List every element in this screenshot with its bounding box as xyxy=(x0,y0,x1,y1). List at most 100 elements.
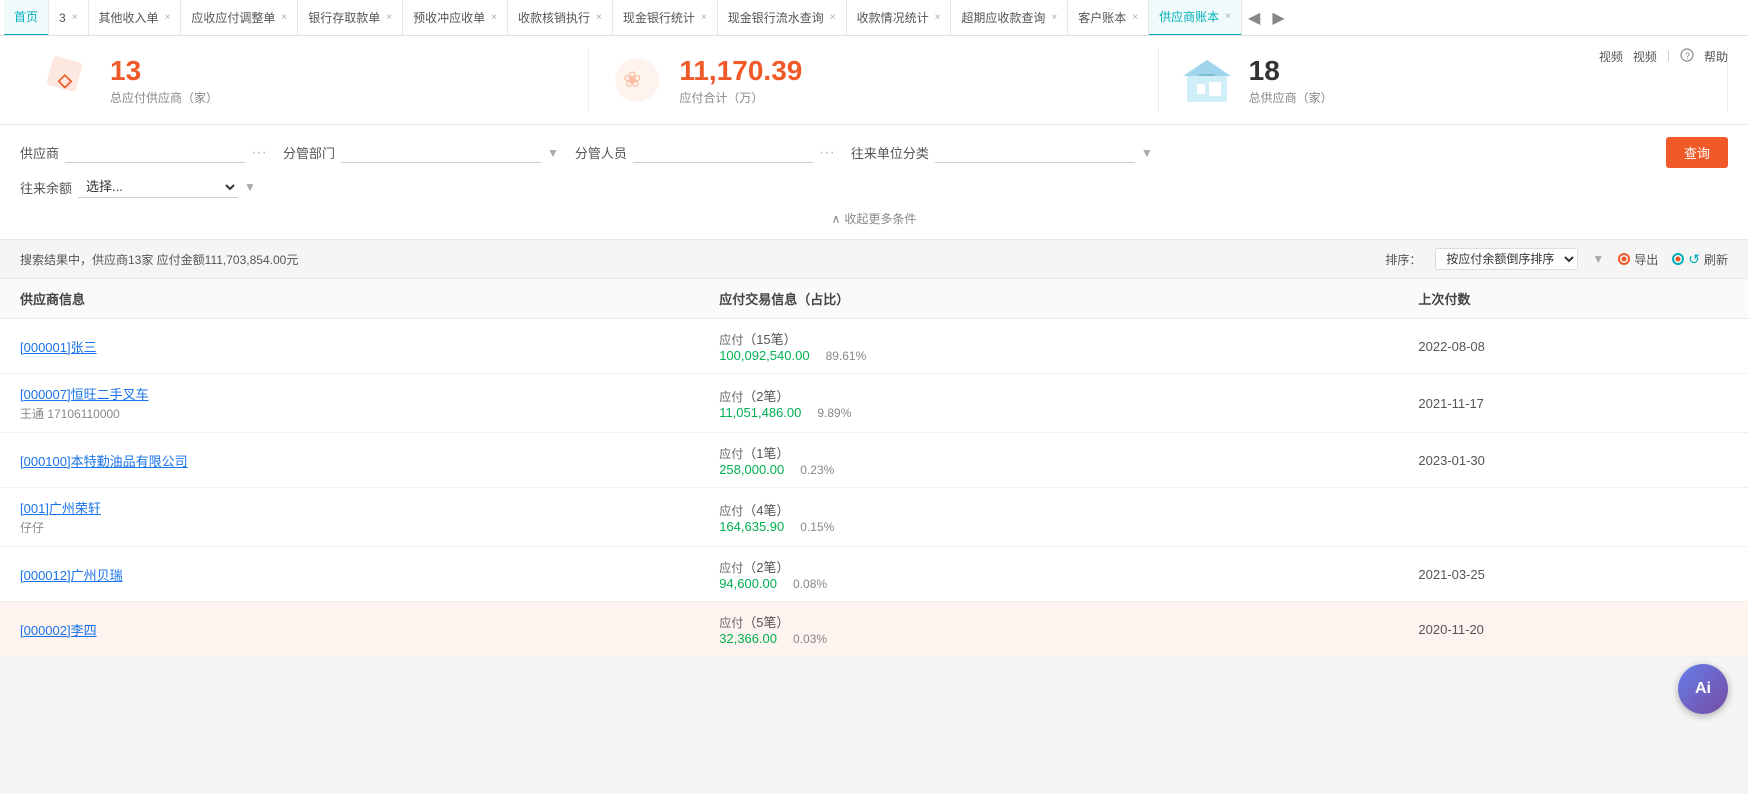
filter-balance: 往来余额 选择... ▼ xyxy=(20,176,256,198)
tx-label: 应付 xyxy=(719,333,743,347)
stats-bar: ◇ 13 总应付供应商（家） ❀ 11,170.39 应付合计（万） xyxy=(0,36,1748,125)
stat-label-payable-suppliers: 总应付供应商（家） xyxy=(110,89,218,106)
supplier-link[interactable]: [001]广州荣轩 xyxy=(20,498,679,517)
tx-info-cell: 应付（2笔）11,051,486.009.89% xyxy=(699,374,1398,433)
nav-tab-bank-deposit[interactable]: 银行存取款单 × xyxy=(298,0,403,36)
help-text[interactable]: 帮助 xyxy=(1704,48,1728,65)
nav-tab-ar-ap-adjust[interactable]: 应收应付调整单 × xyxy=(181,0,298,36)
supplier-link[interactable]: [000001]张三 xyxy=(20,337,679,356)
refresh-icon xyxy=(1672,253,1684,265)
nav-tab-home[interactable]: 首页 xyxy=(4,0,49,36)
supplier-link[interactable]: [000002]李四 xyxy=(20,620,679,639)
nav-tab-supplier-ledger-label: 供应商账本 xyxy=(1159,8,1219,25)
supplier-info-cell: [000100]本特勤油品有限公司 xyxy=(0,433,699,488)
nav-prev-arrow[interactable]: ◀ xyxy=(1242,8,1266,28)
category-dropdown-icon[interactable]: ▼ xyxy=(1141,146,1153,160)
nav-tab-receipt-stat[interactable]: 收款情况统计 × xyxy=(847,0,952,36)
tx-amount: 100,092,540.00 xyxy=(719,348,809,363)
stat-number-total-suppliers: 18 xyxy=(1249,54,1333,88)
nav-tab-cash-bank-stat[interactable]: 现金银行统计 × xyxy=(613,0,718,36)
close-icon[interactable]: × xyxy=(830,12,836,23)
refresh-button[interactable]: ↺ 刷新 xyxy=(1672,251,1728,268)
supplier-link[interactable]: [000100]本特勤油品有限公司 xyxy=(20,451,679,470)
export-label: 导出 xyxy=(1634,251,1658,268)
filter-supplier: 供应商 ··· xyxy=(20,143,267,163)
filter-row-1: 供应商 ··· 分管部门 ▼ 分管人员 ··· 往来单位分类 ▼ 查询 xyxy=(20,137,1728,168)
close-icon[interactable]: × xyxy=(72,12,78,23)
close-icon[interactable]: × xyxy=(596,12,602,23)
query-button[interactable]: 查询 xyxy=(1666,137,1728,168)
sort-dropdown-icon[interactable]: ▼ xyxy=(1592,252,1604,266)
close-icon[interactable]: × xyxy=(491,12,497,23)
tx-amount: 94,600.00 xyxy=(719,576,777,591)
dept-dropdown-icon[interactable]: ▼ xyxy=(547,146,559,160)
filter-person: 分管人员 ··· xyxy=(575,143,835,163)
close-icon[interactable]: × xyxy=(1051,12,1057,23)
close-icon[interactable]: × xyxy=(935,12,941,23)
nav-tab-customer-ledger[interactable]: 客户账本 × xyxy=(1068,0,1149,36)
tx-info-cell: 应付（4笔）164,635.900.15% xyxy=(699,488,1398,547)
nav-tab-cash-flow-query[interactable]: 现金银行流水查询 × xyxy=(718,0,847,36)
supplier-more-icon[interactable]: ··· xyxy=(251,144,267,162)
supplier-info-cell: [000001]张三 xyxy=(0,319,699,374)
tx-count: （2笔） xyxy=(743,560,789,575)
video-link[interactable]: 视频 xyxy=(1599,48,1623,65)
nav-tab-other-income[interactable]: 其他收入单 × xyxy=(89,0,182,36)
refresh-label: 刷新 xyxy=(1704,251,1728,268)
category-input[interactable] xyxy=(935,143,1135,163)
close-icon[interactable]: × xyxy=(165,12,171,23)
svg-text:?: ? xyxy=(1685,51,1690,61)
table-row: [000007]恒旺二手叉车王通 17106110000应付（2笔）11,051… xyxy=(0,374,1748,433)
nav-tab-receipt-verify[interactable]: 收款核销执行 × xyxy=(508,0,613,36)
toolbar: 搜索结果中，供应商13家 应付金额111,703,854.00元 排序： 按应付… xyxy=(0,240,1748,279)
category-filter-label: 往来单位分类 xyxy=(851,143,929,162)
nav-tab-prepay-offset-label: 预收冲应收单 xyxy=(413,9,485,26)
stat-label-total-suppliers: 总供应商（家） xyxy=(1249,89,1333,106)
nav-tab-cash-bank-stat-label: 现金银行统计 xyxy=(623,9,695,26)
last-payment-cell: 2021-03-25 xyxy=(1398,547,1748,602)
close-icon[interactable]: × xyxy=(701,12,707,23)
supplier-contact: 仔仔 xyxy=(20,519,679,536)
supplier-info-cell: [000002]李四 xyxy=(0,602,699,657)
close-icon[interactable]: × xyxy=(1132,12,1138,23)
close-icon[interactable]: × xyxy=(386,12,392,23)
export-button[interactable]: 导出 xyxy=(1618,251,1658,268)
balance-select[interactable]: 选择... xyxy=(78,176,238,198)
collapse-label: 收起更多条件 xyxy=(844,210,916,227)
balance-dropdown-icon[interactable]: ▼ xyxy=(244,180,256,194)
tx-info-cell: 应付（15笔）100,092,540.0089.61% xyxy=(699,319,1398,374)
col-tx-info: 应付交易信息（占比） xyxy=(699,279,1398,319)
ai-assistant-button[interactable]: Ai xyxy=(1678,664,1728,714)
close-icon[interactable]: × xyxy=(281,12,287,23)
tx-label: 应付 xyxy=(719,504,743,518)
collapse-button[interactable]: ∧ 收起更多条件 xyxy=(20,206,1728,231)
tx-label: 应付 xyxy=(719,390,743,404)
stat-number-payable-total: 11,170.39 xyxy=(679,54,802,88)
tx-info-cell: 应付（5笔）32,366.000.03% xyxy=(699,602,1398,657)
nav-tab-3[interactable]: 3 × xyxy=(49,0,89,36)
person-input[interactable] xyxy=(633,143,813,163)
tx-amount: 32,366.00 xyxy=(719,631,777,646)
video-text[interactable]: 视频 xyxy=(1633,48,1657,65)
nav-next-arrow[interactable]: ▶ xyxy=(1266,8,1290,28)
dept-input[interactable] xyxy=(341,143,541,163)
person-more-icon[interactable]: ··· xyxy=(819,144,835,162)
nav-tab-overdue-query[interactable]: 超期应收款查询 × xyxy=(951,0,1068,36)
close-icon[interactable]: × xyxy=(1225,11,1231,22)
sort-label: 排序： xyxy=(1385,251,1421,268)
table-row: [001]广州荣轩仔仔 应付（4笔）164,635.900.15% xyxy=(0,488,1748,547)
sort-select[interactable]: 按应付余额倒序排序 xyxy=(1435,248,1578,270)
nav-tab-supplier-ledger[interactable]: 供应商账本 × xyxy=(1149,0,1242,36)
supplier-input[interactable] xyxy=(65,143,245,163)
supplier-link[interactable]: [000007]恒旺二手叉车 xyxy=(20,384,679,403)
filter-row-2: 往来余额 选择... ▼ xyxy=(20,176,1728,198)
store-icon xyxy=(1179,52,1235,108)
nav-bar: 首页 3 × 其他收入单 × 应收应付调整单 × 银行存取款单 × 预收冲应收单… xyxy=(0,0,1748,36)
last-payment-cell xyxy=(1398,488,1748,547)
nav-tab-bank-deposit-label: 银行存取款单 xyxy=(308,9,380,26)
supplier-link[interactable]: [000012]广州贝瑞 xyxy=(20,565,679,584)
table-row: [000100]本特勤油品有限公司应付（1笔）258,000.000.23%20… xyxy=(0,433,1748,488)
filter-dept: 分管部门 ▼ xyxy=(283,143,559,163)
data-table-wrap: 供应商信息 应付交易信息（占比） 上次付数 [000001]张三应付（15笔）1… xyxy=(0,279,1748,657)
nav-tab-prepay-offset[interactable]: 预收冲应收单 × xyxy=(403,0,508,36)
